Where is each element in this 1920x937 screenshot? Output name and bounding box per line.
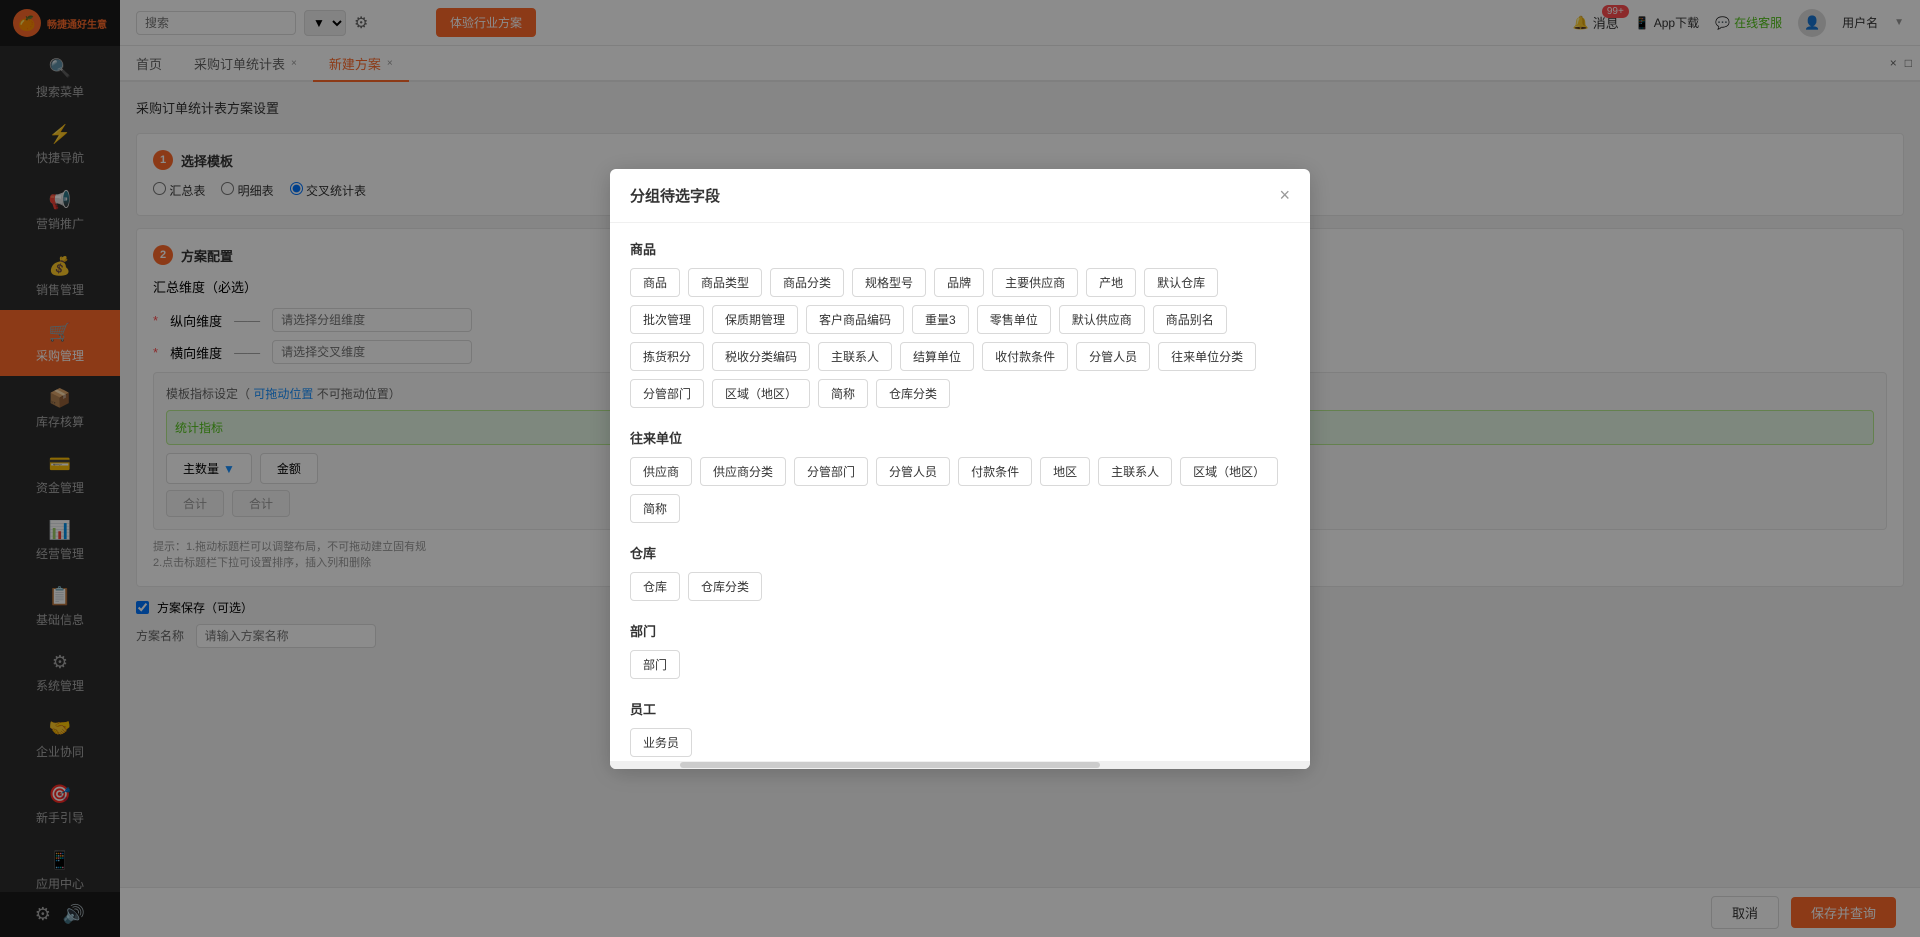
modal-section-3: 部门部门 [630,621,1290,679]
field-tag-0-4[interactable]: 品牌 [934,268,984,297]
field-tag-0-23[interactable]: 区域（地区） [712,379,810,408]
modal-section-title-0: 商品 [630,239,1290,258]
field-tag-0-1[interactable]: 商品类型 [688,268,762,297]
field-tag-0-11[interactable]: 重量3 [912,305,969,334]
field-tag-0-16[interactable]: 税收分类编码 [712,342,810,371]
field-tag-0-21[interactable]: 往来单位分类 [1158,342,1256,371]
modal-section-grid-2: 仓库仓库分类 [630,572,1290,601]
modal-section-title-3: 部门 [630,621,1290,640]
field-tag-1-6[interactable]: 主联系人 [1098,457,1172,486]
field-tag-0-10[interactable]: 客户商品编码 [806,305,904,334]
field-tag-1-3[interactable]: 分管人员 [876,457,950,486]
field-tag-1-7[interactable]: 区域（地区） [1180,457,1278,486]
field-tag-0-3[interactable]: 规格型号 [852,268,926,297]
modal-section-grid-4: 业务员 [630,728,1290,757]
modal-overlay: 分组待选字段 × 商品商品商品类型商品分类规格型号品牌主要供应商产地默认仓库批次… [0,0,1920,937]
modal-hscroll[interactable] [610,761,1310,769]
field-tag-0-12[interactable]: 零售单位 [977,305,1051,334]
field-tag-1-0[interactable]: 供应商 [630,457,692,486]
modal-section-title-2: 仓库 [630,543,1290,562]
field-tag-0-8[interactable]: 批次管理 [630,305,704,334]
field-tag-0-2[interactable]: 商品分类 [770,268,844,297]
field-tag-0-13[interactable]: 默认供应商 [1059,305,1145,334]
modal-hscroll-thumb [680,762,1100,768]
field-tag-1-8[interactable]: 简称 [630,494,680,523]
modal-section-0: 商品商品商品类型商品分类规格型号品牌主要供应商产地默认仓库批次管理保质期管理客户… [630,239,1290,408]
field-tag-1-2[interactable]: 分管部门 [794,457,868,486]
modal-header: 分组待选字段 × [610,169,1310,223]
field-tag-0-22[interactable]: 分管部门 [630,379,704,408]
modal-section-title-1: 往来单位 [630,428,1290,447]
field-tag-0-20[interactable]: 分管人员 [1076,342,1150,371]
field-tag-0-6[interactable]: 产地 [1086,268,1136,297]
field-tag-1-5[interactable]: 地区 [1040,457,1090,486]
modal-section-grid-0: 商品商品类型商品分类规格型号品牌主要供应商产地默认仓库批次管理保质期管理客户商品… [630,268,1290,408]
field-tag-0-7[interactable]: 默认仓库 [1144,268,1218,297]
field-tag-0-25[interactable]: 仓库分类 [876,379,950,408]
modal-section-2: 仓库仓库仓库分类 [630,543,1290,601]
field-tag-0-14[interactable]: 商品别名 [1153,305,1227,334]
modal-section-title-4: 员工 [630,699,1290,718]
modal-section-1: 往来单位供应商供应商分类分管部门分管人员付款条件地区主联系人区域（地区） 简称 [630,428,1290,523]
modal-body: 商品商品商品类型商品分类规格型号品牌主要供应商产地默认仓库批次管理保质期管理客户… [610,223,1310,761]
modal-section-grid-1: 供应商供应商分类分管部门分管人员付款条件地区主联系人区域（地区） 简称 [630,457,1290,523]
field-tag-3-0[interactable]: 部门 [630,650,680,679]
field-tag-2-1[interactable]: 仓库分类 [688,572,762,601]
modal-section-grid-3: 部门 [630,650,1290,679]
field-tag-1-1[interactable]: 供应商分类 [700,457,786,486]
modal-title: 分组待选字段 [630,185,720,206]
modal-close-button[interactable]: × [1279,186,1290,204]
field-tag-0-17[interactable]: 主联系人 [818,342,892,371]
field-tag-0-19[interactable]: 收付款条件 [982,342,1068,371]
field-tag-1-4[interactable]: 付款条件 [958,457,1032,486]
modal-section-4: 员工业务员 [630,699,1290,757]
field-tag-2-0[interactable]: 仓库 [630,572,680,601]
field-tag-4-0[interactable]: 业务员 [630,728,692,757]
field-tag-0-9[interactable]: 保质期管理 [712,305,798,334]
field-tag-0-5[interactable]: 主要供应商 [992,268,1078,297]
modal-dialog: 分组待选字段 × 商品商品商品类型商品分类规格型号品牌主要供应商产地默认仓库批次… [610,169,1310,769]
field-tag-0-24[interactable]: 简称 [818,379,868,408]
field-tag-0-0[interactable]: 商品 [630,268,680,297]
field-tag-0-15[interactable]: 拣货积分 [630,342,704,371]
field-tag-0-18[interactable]: 结算单位 [900,342,974,371]
